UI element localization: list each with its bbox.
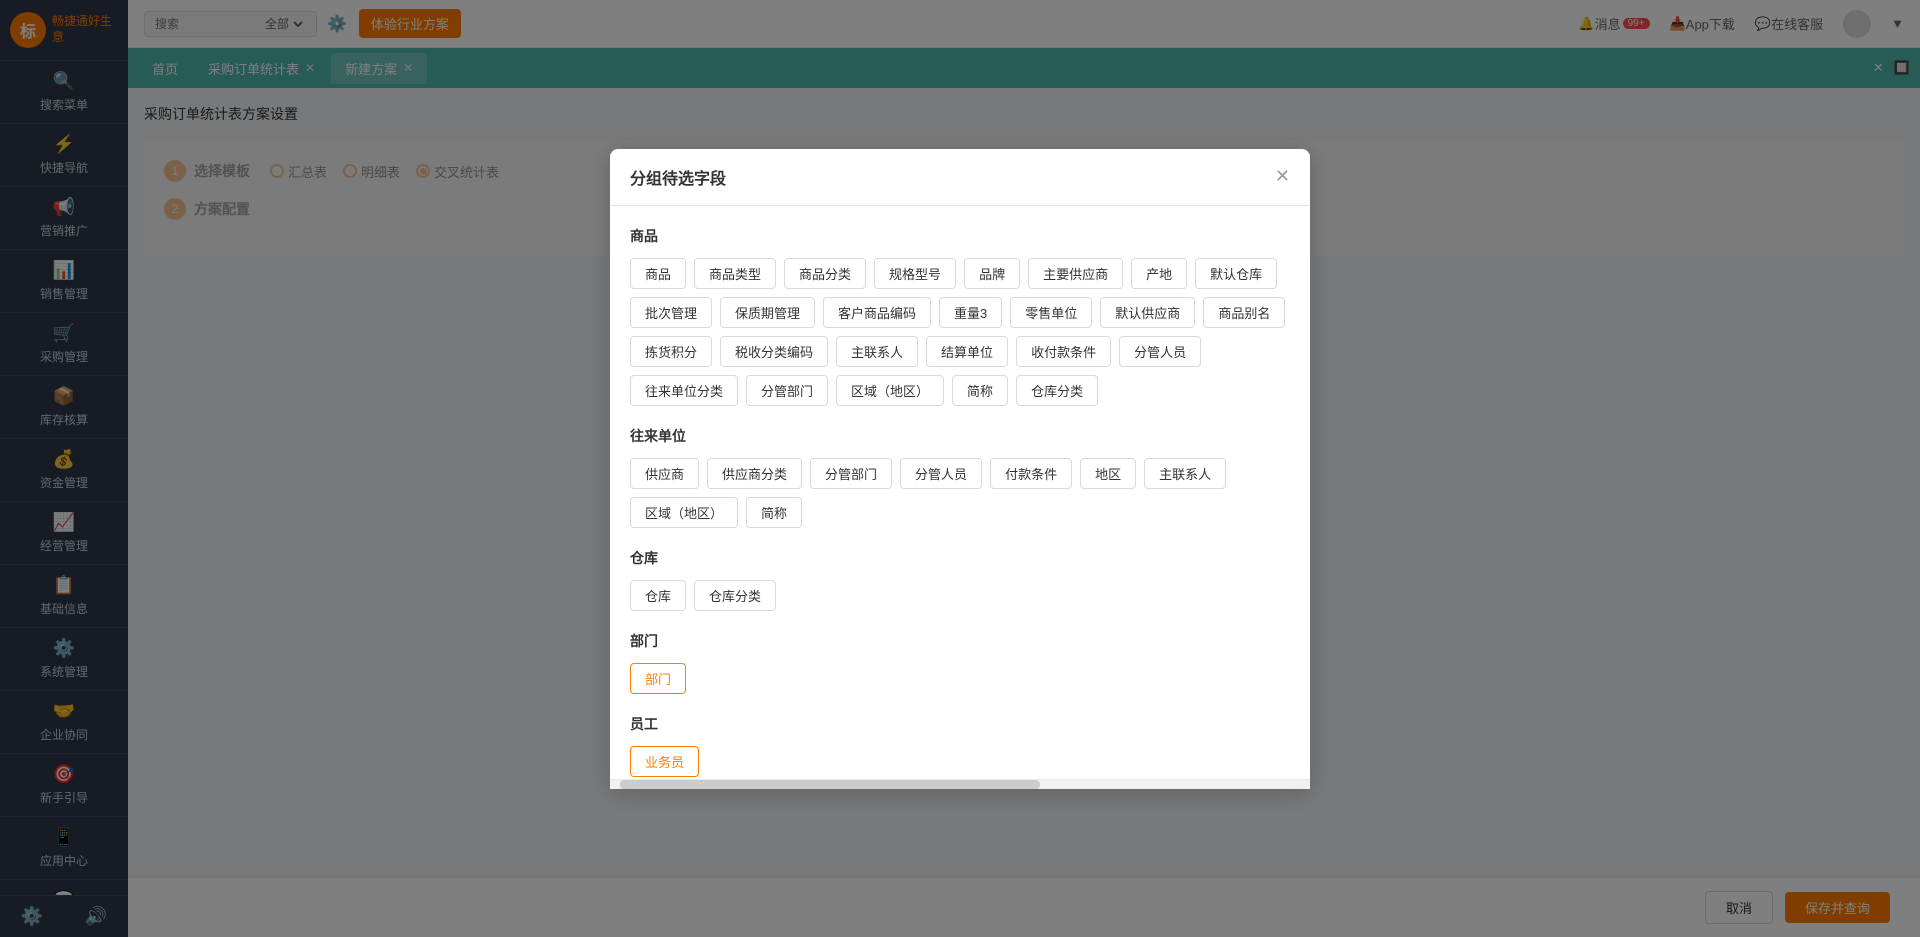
field-grid-counterpart: 供应商供应商分类分管部门分管人员付款条件地区主联系人区域（地区） 简称 bbox=[630, 458, 1290, 528]
field-chip-retail-unit[interactable]: 零售单位 bbox=[1010, 297, 1092, 328]
field-grid-employee: 业务员 bbox=[630, 746, 1290, 777]
field-chip-manager[interactable]: 分管人员 bbox=[1119, 336, 1201, 367]
field-chip-region-area[interactable]: 区域（地区） bbox=[836, 375, 944, 406]
field-chip-payment-terms[interactable]: 收付款条件 bbox=[1016, 336, 1111, 367]
field-grid-warehouse: 仓库仓库分类 bbox=[630, 580, 1290, 611]
section-title-counterpart: 往来单位 bbox=[630, 426, 1290, 446]
field-chip-batch-mgmt[interactable]: 批次管理 bbox=[630, 297, 712, 328]
field-chip-goods-category[interactable]: 商品分类 bbox=[784, 258, 866, 289]
modal-overlay: 分组待选字段 ✕ 商品商品商品类型商品分类规格型号品牌主要供应商产地默认仓库批次… bbox=[0, 0, 1920, 937]
field-chip-tax-code[interactable]: 税收分类编码 bbox=[720, 336, 828, 367]
section-title-department: 部门 bbox=[630, 631, 1290, 651]
field-chip-payment-cond[interactable]: 付款条件 bbox=[990, 458, 1072, 489]
modal-body[interactable]: 商品商品商品类型商品分类规格型号品牌主要供应商产地默认仓库批次管理保质期管理客户… bbox=[610, 206, 1310, 779]
modal: 分组待选字段 ✕ 商品商品商品类型商品分类规格型号品牌主要供应商产地默认仓库批次… bbox=[610, 149, 1310, 789]
field-chip-supplier-category[interactable]: 供应商分类 bbox=[707, 458, 802, 489]
field-grid-goods: 商品商品类型商品分类规格型号品牌主要供应商产地默认仓库批次管理保质期管理客户商品… bbox=[630, 258, 1290, 406]
field-chip-quality-mgmt[interactable]: 保质期管理 bbox=[720, 297, 815, 328]
modal-hscroll-thumb bbox=[620, 780, 1040, 789]
modal-horizontal-scrollbar[interactable] bbox=[610, 779, 1310, 789]
field-chip-weight3[interactable]: 重量3 bbox=[939, 297, 1002, 328]
field-chip-dept[interactable]: 部门 bbox=[630, 663, 686, 694]
field-chip-main-supplier[interactable]: 主要供应商 bbox=[1028, 258, 1123, 289]
section-title-goods: 商品 bbox=[630, 226, 1290, 246]
field-chip-supplier[interactable]: 供应商 bbox=[630, 458, 699, 489]
field-chip-contact-person[interactable]: 主联系人 bbox=[836, 336, 918, 367]
field-chip-settlement-unit[interactable]: 结算单位 bbox=[926, 336, 1008, 367]
modal-title: 分组待选字段 bbox=[630, 165, 726, 189]
field-chip-region2[interactable]: 地区 bbox=[1080, 458, 1136, 489]
field-chip-salesman[interactable]: 业务员 bbox=[630, 746, 699, 777]
field-chip-warehouse-cat[interactable]: 仓库分类 bbox=[694, 580, 776, 611]
field-chip-dept-manage[interactable]: 分管部门 bbox=[746, 375, 828, 406]
section-title-employee: 员工 bbox=[630, 714, 1290, 734]
field-chip-manager2[interactable]: 分管人员 bbox=[900, 458, 982, 489]
field-chip-default-warehouse[interactable]: 默认仓库 bbox=[1195, 258, 1277, 289]
field-chip-goods-type[interactable]: 商品类型 bbox=[694, 258, 776, 289]
field-chip-origin[interactable]: 产地 bbox=[1131, 258, 1187, 289]
field-grid-department: 部门 bbox=[630, 663, 1290, 694]
field-chip-interunit-category[interactable]: 往来单位分类 bbox=[630, 375, 738, 406]
section-title-warehouse: 仓库 bbox=[630, 548, 1290, 568]
field-chip-brand[interactable]: 品牌 bbox=[964, 258, 1020, 289]
field-chip-warehouse-category[interactable]: 仓库分类 bbox=[1016, 375, 1098, 406]
modal-close-btn[interactable]: ✕ bbox=[1275, 166, 1290, 187]
field-chip-spec-type[interactable]: 规格型号 bbox=[874, 258, 956, 289]
field-chip-short-name[interactable]: 简称 bbox=[952, 375, 1008, 406]
field-chip-warehouse[interactable]: 仓库 bbox=[630, 580, 686, 611]
field-chip-customer-code[interactable]: 客户商品编码 bbox=[823, 297, 931, 328]
modal-header: 分组待选字段 ✕ bbox=[610, 149, 1310, 206]
field-chip-default-supplier[interactable]: 默认供应商 bbox=[1100, 297, 1195, 328]
field-chip-short2[interactable]: 简称 bbox=[746, 497, 802, 528]
field-chip-goods[interactable]: 商品 bbox=[630, 258, 686, 289]
field-chip-dept2[interactable]: 分管部门 bbox=[810, 458, 892, 489]
field-chip-pick-points[interactable]: 拣货积分 bbox=[630, 336, 712, 367]
field-chip-contact2[interactable]: 主联系人 bbox=[1144, 458, 1226, 489]
field-chip-goods-alias[interactable]: 商品别名 bbox=[1203, 297, 1285, 328]
field-chip-area2[interactable]: 区域（地区） bbox=[630, 497, 738, 528]
